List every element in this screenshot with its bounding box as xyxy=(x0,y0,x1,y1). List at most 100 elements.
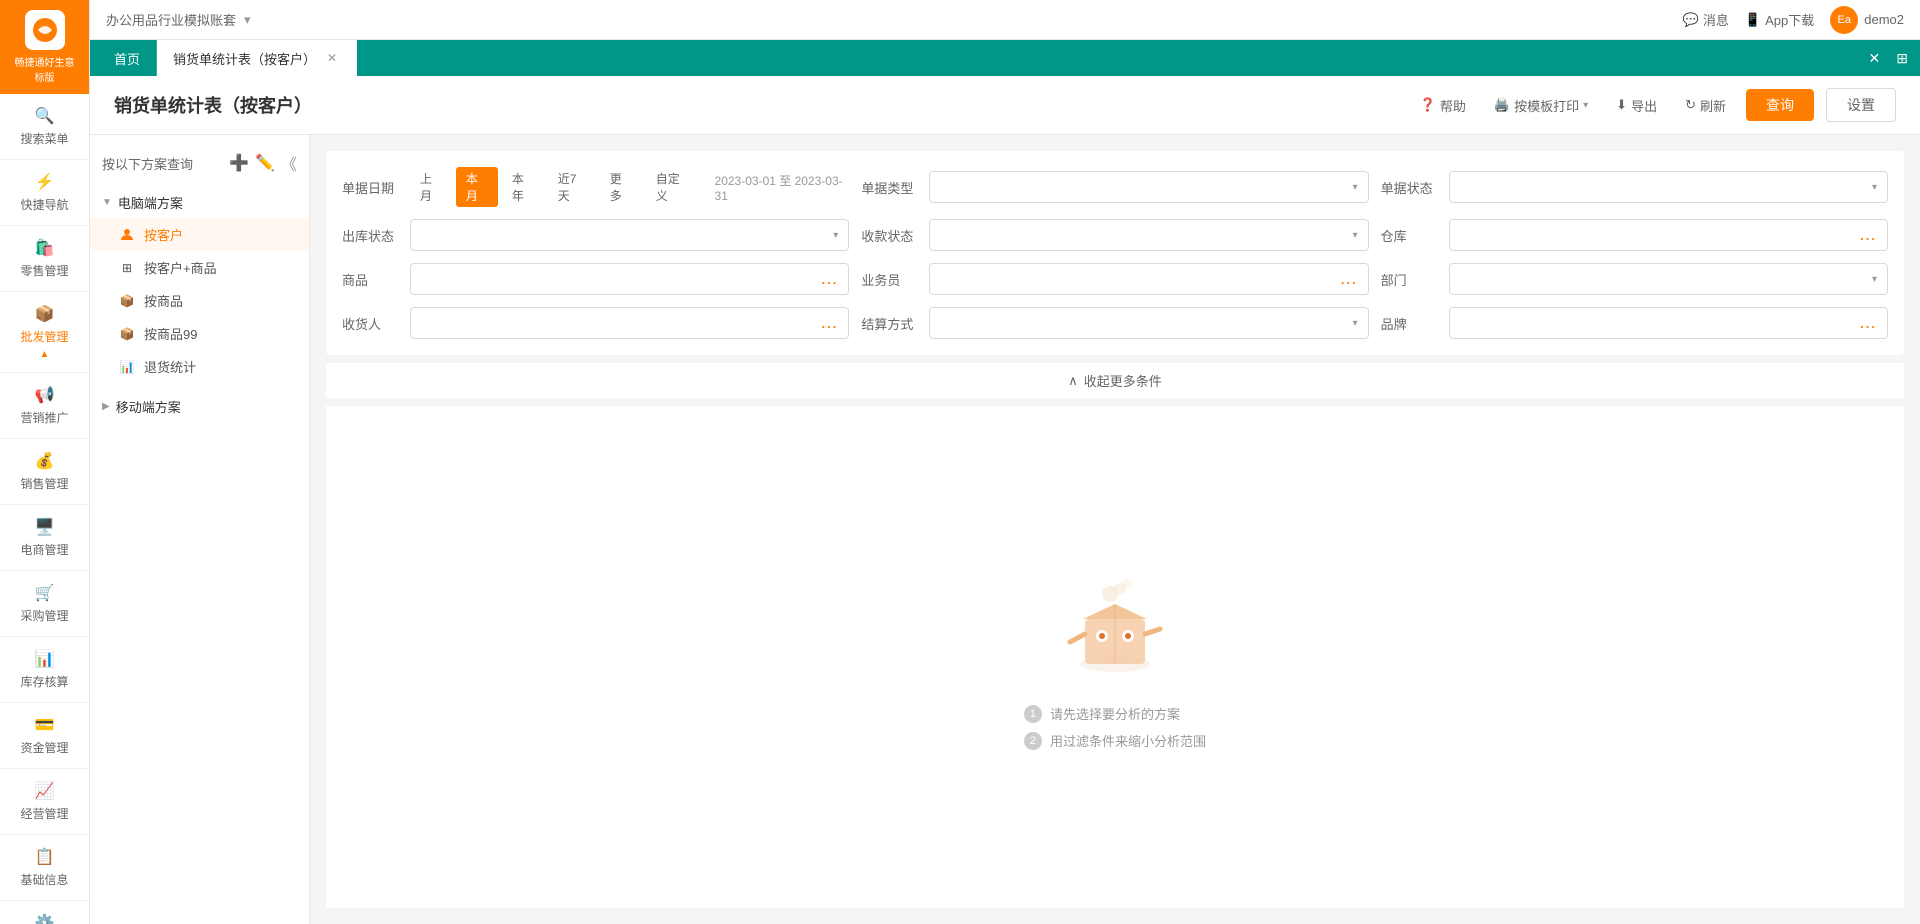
tab-sales-stat[interactable]: 销货单统计表（按客户） ✕ xyxy=(157,40,357,76)
brand-dots: ... xyxy=(1860,316,1877,331)
sidebar-item-basic[interactable]: 📋 基础信息 xyxy=(0,835,90,901)
tree-item-by-goods-99-label: 按商品99 xyxy=(144,324,197,343)
date-tab-last-month[interactable]: 上月 xyxy=(410,167,452,207)
hint-num-2: 2 xyxy=(1024,732,1042,750)
wholesale-icon: 📦 xyxy=(35,304,55,324)
sidebar-item-inventory[interactable]: 📊 库存核算 xyxy=(0,637,90,703)
tree-item-by-goods[interactable]: 📦 按商品 xyxy=(90,284,309,317)
sidebar-item-ecommerce-label: 电商管理 xyxy=(20,541,68,558)
receiver-select[interactable]: ... xyxy=(410,307,849,339)
tree-item-refund-label: 退货统计 xyxy=(144,357,196,376)
salesperson-select[interactable]: ... xyxy=(929,263,1368,295)
desktop-label: 电脑端方案 xyxy=(118,193,183,212)
receiver-dots: ... xyxy=(821,316,838,331)
doc-status-arrow-icon: ▾ xyxy=(1872,182,1877,193)
help-icon: ❓ xyxy=(1420,97,1436,113)
edit-scheme-icon[interactable]: ✏️ xyxy=(255,153,275,173)
sidebar-item-operations-label: 经营管理 xyxy=(20,805,68,822)
date-tab-this-year[interactable]: 本年 xyxy=(502,167,544,207)
refresh-label: 刷新 xyxy=(1700,96,1726,115)
doc-status-select[interactable]: ▾ xyxy=(1449,171,1888,203)
print-button[interactable]: 🖨️ 按模板打印 ▾ xyxy=(1486,92,1596,119)
refresh-icon: ↻ xyxy=(1685,97,1696,113)
sidebar-item-operations[interactable]: 📈 经营管理 xyxy=(0,769,90,835)
date-tab-this-month[interactable]: 本月 xyxy=(456,167,498,207)
sidebar-item-wholesale[interactable]: 📦 批发管理 ▲ xyxy=(0,292,90,373)
refresh-button[interactable]: ↻ 刷新 xyxy=(1677,92,1734,119)
finance-icon: 💳 xyxy=(35,715,55,735)
mobile-arrow-icon: ▶ xyxy=(102,401,110,412)
sidebar-item-shortcut[interactable]: ⚡ 快捷导航 xyxy=(0,160,90,226)
empty-hint-1: 1 请先选择要分析的方案 xyxy=(1024,704,1206,723)
collection-status-label: 收款状态 xyxy=(861,226,921,245)
message-button[interactable]: 💬 消息 xyxy=(1683,10,1729,29)
tab-close-all-icon[interactable]: ✕ xyxy=(1865,46,1885,71)
hint-text-2: 用过滤条件来缩小分析范围 xyxy=(1050,731,1206,750)
sidebar-item-ecommerce[interactable]: 🖥️ 电商管理 xyxy=(0,505,90,571)
help-button[interactable]: ❓ 帮助 xyxy=(1412,92,1474,119)
tab-home-label: 首页 xyxy=(114,49,140,68)
sidebar-item-sales[interactable]: 💰 销售管理 xyxy=(0,439,90,505)
help-label: 帮助 xyxy=(1440,96,1466,115)
add-scheme-icon[interactable]: ➕ xyxy=(229,153,249,173)
app-download-label: App下载 xyxy=(1765,10,1814,29)
desktop-section-title[interactable]: ▼ 电脑端方案 xyxy=(90,187,309,218)
brand-select[interactable]: ... xyxy=(1449,307,1888,339)
system-icon: ⚙️ xyxy=(35,913,55,924)
sidebar-item-search[interactable]: 🔍 搜索菜单 xyxy=(0,94,90,160)
warehouse-label: 仓库 xyxy=(1381,226,1441,245)
sidebar-item-retail[interactable]: 🛍️ 零售管理 xyxy=(0,226,90,292)
date-tab-last-7[interactable]: 近7天 xyxy=(548,167,596,207)
tab-home[interactable]: 首页 xyxy=(98,40,157,76)
department-select[interactable]: ▾ xyxy=(1449,263,1888,295)
download-icon: 📱 xyxy=(1745,12,1761,28)
desktop-arrow-icon: ▼ xyxy=(102,197,112,208)
doc-type-select[interactable]: ▾ xyxy=(929,171,1368,203)
mobile-label: 移动端方案 xyxy=(116,397,181,416)
header-right: 💬 消息 📱 App下载 Ea demo2 xyxy=(1683,6,1904,34)
goods-select[interactable]: ... xyxy=(410,263,849,295)
out-status-select[interactable]: ▾ xyxy=(410,219,849,251)
tree-item-by-customer-goods[interactable]: ⊞ 按客户+商品 xyxy=(90,251,309,284)
warehouse-select[interactable]: ... xyxy=(1449,219,1888,251)
content: 销货单统计表（按客户） ❓ 帮助 🖨️ 按模板打印 ▾ ⬇ 导出 ↻ 刷新 xyxy=(90,76,1920,924)
warehouse-dots: ... xyxy=(1860,228,1877,243)
dropdown-arrow-icon[interactable]: ▾ xyxy=(244,12,251,28)
query-button[interactable]: 查询 xyxy=(1746,89,1814,121)
collapse-row[interactable]: ∧ 收起更多条件 xyxy=(326,363,1904,398)
left-panel-header-actions: ➕ ✏️ 《 xyxy=(229,151,297,175)
sidebar-item-purchase[interactable]: 🛒 采购管理 xyxy=(0,571,90,637)
user-menu[interactable]: Ea demo2 xyxy=(1830,6,1904,34)
app-download-button[interactable]: 📱 App下载 xyxy=(1745,10,1814,29)
settings-button[interactable]: 设置 xyxy=(1826,88,1896,122)
sidebar: 畅捷通好生意 标版 🔍 搜索菜单 ⚡ 快捷导航 🛍️ 零售管理 📦 批发管理 ▲… xyxy=(0,0,90,924)
settlement-select[interactable]: ▾ xyxy=(929,307,1368,339)
top-header: 办公用品行业模拟账套 ▾ 💬 消息 📱 App下载 Ea demo2 xyxy=(90,0,1920,40)
date-tabs: 上月 本月 本年 近7天 更多 自定义 xyxy=(410,167,699,207)
header-left: 办公用品行业模拟账套 ▾ xyxy=(106,10,251,29)
tree-item-by-customer[interactable]: 按客户 xyxy=(90,218,309,251)
tree-item-refund[interactable]: 📊 退货统计 xyxy=(90,350,309,383)
sidebar-item-basic-label: 基础信息 xyxy=(20,871,68,888)
collection-status-select[interactable]: ▾ xyxy=(929,219,1368,251)
collapse-panel-icon[interactable]: 《 xyxy=(281,151,297,175)
mobile-section-title[interactable]: ▶ 移动端方案 xyxy=(90,391,309,422)
tree-item-by-goods-99[interactable]: 📦 按商品99 xyxy=(90,317,309,350)
sidebar-item-finance[interactable]: 💳 资金管理 xyxy=(0,703,90,769)
refund-icon: 📊 xyxy=(118,358,136,376)
sidebar-item-finance-label: 资金管理 xyxy=(20,739,68,756)
sidebar-item-system[interactable]: ⚙️ 系统管理 xyxy=(0,901,90,924)
sidebar-item-marketing[interactable]: 📢 营销推广 xyxy=(0,373,90,439)
export-button[interactable]: ⬇ 导出 xyxy=(1608,92,1665,119)
operations-icon: 📈 xyxy=(35,781,55,801)
ecommerce-icon: 🖥️ xyxy=(35,517,55,537)
user-name: demo2 xyxy=(1864,12,1904,27)
main-area: 办公用品行业模拟账套 ▾ 💬 消息 📱 App下载 Ea demo2 首页 xyxy=(90,0,1920,924)
tab-close-icon[interactable]: ✕ xyxy=(324,50,340,66)
date-tab-more[interactable]: 更多 xyxy=(600,167,642,207)
date-tab-custom[interactable]: 自定义 xyxy=(646,167,699,207)
collapse-label: 收起更多条件 xyxy=(1084,371,1162,390)
tab-maximize-icon[interactable]: ⊞ xyxy=(1892,46,1912,71)
sidebar-item-marketing-label: 营销推广 xyxy=(20,409,68,426)
by-goods-icon: 📦 xyxy=(118,292,136,310)
